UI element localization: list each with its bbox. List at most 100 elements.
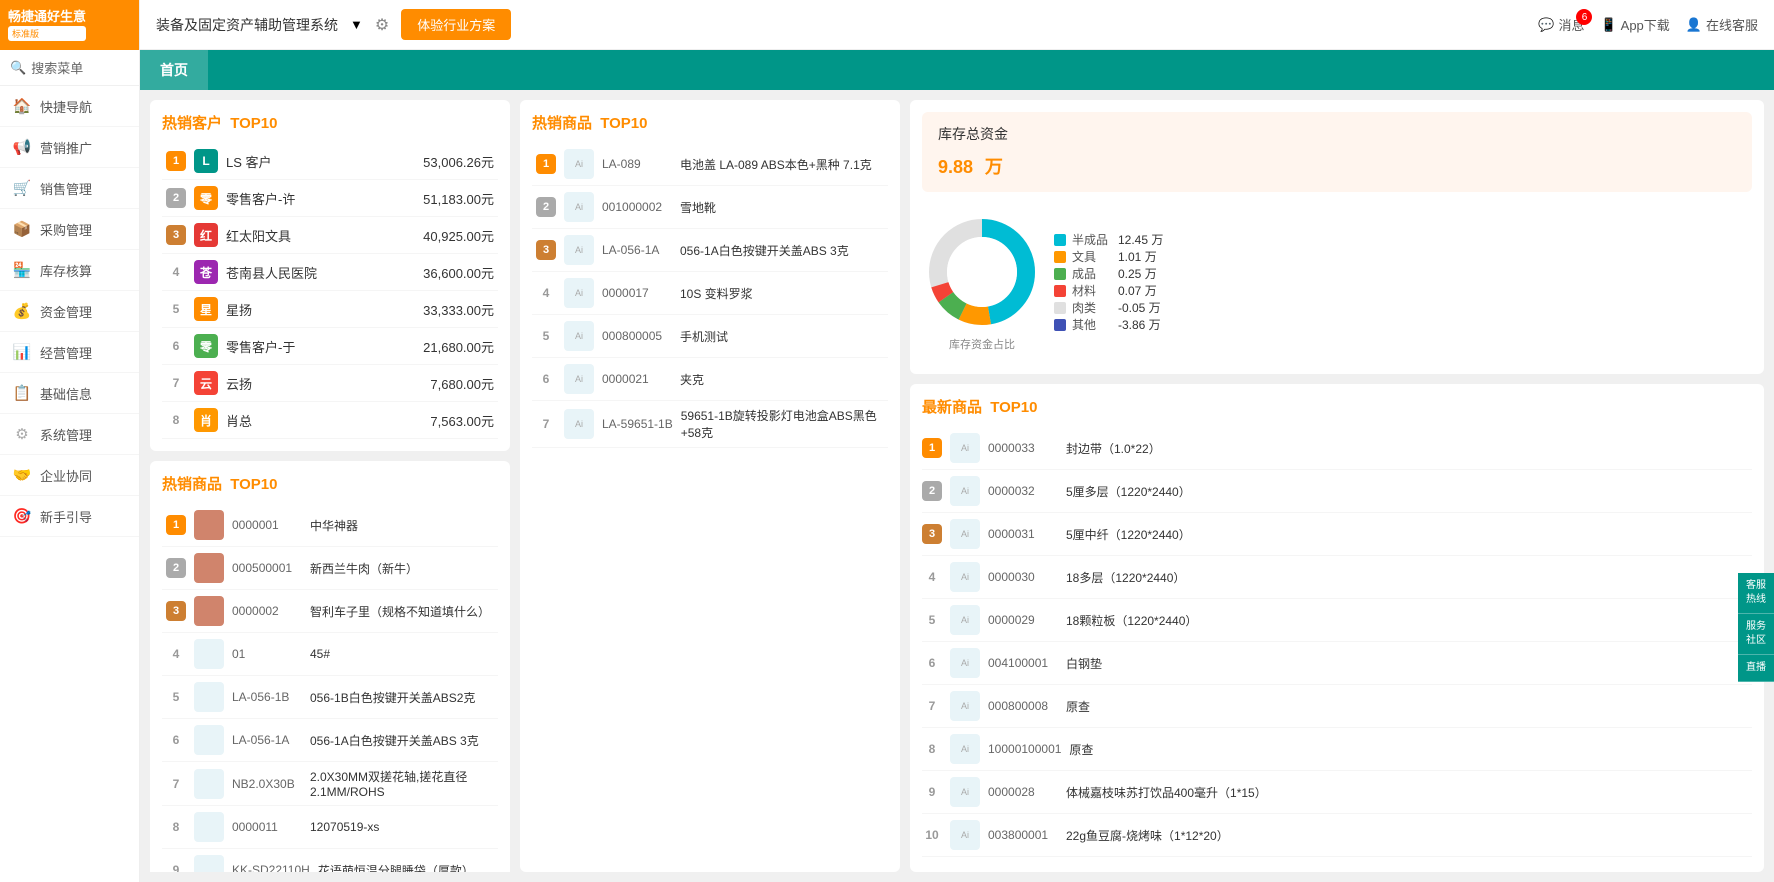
search-menu[interactable]: 🔍 搜索菜单 (0, 50, 139, 86)
newest-product-row[interactable]: 4 Ai 0000030 18多层（1220*2440） (922, 556, 1752, 599)
product-row[interactable]: 5 LA-056-1B 056-1B白色按键开关盖ABS2克 (162, 676, 498, 719)
newest-product-row[interactable]: 6 Ai 004100001 白钢垫 (922, 642, 1752, 685)
hot-customers-card: 热销客户 TOP10 1 L LS 客户 53,006.26元 2 零 零售客户… (150, 100, 510, 451)
sidebar-item-system[interactable]: ⚙ 系统管理 (0, 414, 139, 455)
customer-value: 33,333.00元 (423, 300, 494, 319)
newest-product-row[interactable]: 10 Ai 003800001 22g鱼豆腐-烧烤味（1*12*20） (922, 814, 1752, 857)
sidebar-item-guide[interactable]: 🎯 新手引导 (0, 496, 139, 537)
newest-product-row[interactable]: 7 Ai 000800008 原查 (922, 685, 1752, 728)
product-name: 雪地靴 (680, 199, 884, 216)
legend-dot (1054, 234, 1066, 246)
product-row[interactable]: 3 0000002 智利车子里（规格不知道填什么） (162, 590, 498, 633)
product-row[interactable]: 6 LA-056-1A 056-1A白色按键开关盖ABS 3克 (162, 719, 498, 762)
product-code: 0000017 (602, 286, 672, 300)
newest-product-row[interactable]: 2 Ai 0000032 5厘多层（1220*2440） (922, 470, 1752, 513)
customer-row[interactable]: 4 苍 苍南县人民医院 36,600.00元 (162, 254, 498, 291)
legend-value: 0.07 万 (1118, 282, 1157, 299)
sidebar-item-marketing[interactable]: 📢 营销推广 (0, 127, 139, 168)
product-row[interactable]: 8 0000011 12070519-xs (162, 806, 498, 849)
inventory-title: 库存总资金 (938, 124, 1736, 144)
sidebar-item-enterprise[interactable]: 🤝 企业协同 (0, 455, 139, 496)
customer-row[interactable]: 5 星 星扬 33,333.00元 (162, 291, 498, 328)
rank-number: 1 (922, 438, 942, 458)
sidebar-item-basic[interactable]: 📋 基础信息 (0, 373, 139, 414)
guide-icon: 🎯 (12, 506, 32, 526)
product-row[interactable]: 6 Ai 0000021 夹克 (532, 358, 888, 401)
rank-number: 6 (922, 653, 942, 673)
dropdown-arrow[interactable]: ▼ (350, 17, 363, 32)
legend-item: 半成品 12.45 万 (1054, 231, 1163, 248)
product-name: 18颗粒板（1220*2440） (1066, 612, 1752, 629)
gear-icon[interactable]: ⚙ (375, 15, 389, 35)
product-row[interactable]: 7 NB2.0X30B 2.0X30MM双搓花轴,搓花直径2.1MM/ROHS (162, 762, 498, 806)
sidebar-item-operation[interactable]: 📊 经营管理 (0, 332, 139, 373)
sidebar-item-inventory[interactable]: 🏪 库存核算 (0, 250, 139, 291)
customer-avatar: 零 (194, 334, 218, 358)
message-btn[interactable]: 💬 消息 6 (1538, 15, 1584, 34)
newest-product-row[interactable]: 9 Ai 0000028 体械嘉枝味苏打饮品400毫升（1*15） (922, 771, 1752, 814)
rank-number: 4 (166, 262, 186, 282)
rank-number: 3 (166, 225, 186, 245)
sidebar-item-nav[interactable]: 🏠 快捷导航 (0, 86, 139, 127)
product-row[interactable]: 5 Ai 000800005 手机测试 (532, 315, 888, 358)
customer-row[interactable]: 8 肖 肖总 7,563.00元 (162, 402, 498, 439)
product-code: LA-056-1B (232, 690, 302, 704)
newest-product-row[interactable]: 3 Ai 0000031 5厘中纤（1220*2440） (922, 513, 1752, 556)
inventory-card: 库存总资金 9.88 万 (910, 100, 1764, 374)
hot-products-main-card: 热销商品 TOP10 1 0000001 中华神器 2 000500001 新西… (150, 461, 510, 872)
customer-name: 零售客户-许 (226, 189, 415, 208)
rank-number: 4 (166, 644, 186, 664)
online-service-btn[interactable]: 👤 在线客服 (1686, 15, 1758, 34)
product-row[interactable]: 4 01 45# (162, 633, 498, 676)
right-panel: 库存总资金 9.88 万 (910, 100, 1764, 872)
customer-row[interactable]: 3 红 红太阳文具 40,925.00元 (162, 217, 498, 254)
product-row[interactable]: 2 Ai 001000002 雪地靴 (532, 186, 888, 229)
customer-value: 36,600.00元 (423, 263, 494, 282)
customer-row[interactable]: 7 云 云扬 7,680.00元 (162, 365, 498, 402)
product-row[interactable]: 3 Ai LA-056-1A 056-1A白色按键开关盖ABS 3克 (532, 229, 888, 272)
rank-number: 5 (166, 299, 186, 319)
app-download-label: App下载 (1621, 15, 1670, 34)
newest-products-card: 最新商品 TOP10 1 Ai 0000033 封边带（1.0*22） 2 Ai… (910, 384, 1764, 872)
newest-product-row[interactable]: 5 Ai 0000029 18颗粒板（1220*2440） (922, 599, 1752, 642)
topbar: 装备及固定资产辅助管理系统 ▼ ⚙ 体验行业方案 💬 消息 6 📱 App下载 … (140, 0, 1774, 50)
product-img (194, 812, 224, 842)
product-code: LA-056-1A (232, 733, 302, 747)
float-btn-service[interactable]: 客服热线 (1738, 573, 1774, 614)
rank-number: 2 (166, 188, 186, 208)
customer-avatar: 星 (194, 297, 218, 321)
customers-list: 1 L LS 客户 53,006.26元 2 零 零售客户-许 51,183.0… (162, 143, 498, 439)
mid-panel: 热销商品 TOP10 1 Ai LA-089 电池盖 LA-089 ABS本色+… (520, 100, 900, 872)
customer-row[interactable]: 1 L LS 客户 53,006.26元 (162, 143, 498, 180)
product-row[interactable]: 1 Ai LA-089 电池盖 LA-089 ABS本色+黑种 7.1克 (532, 143, 888, 186)
rank-number: 1 (166, 151, 186, 171)
sidebar-item-finance[interactable]: 💰 资金管理 (0, 291, 139, 332)
customer-avatar: 云 (194, 371, 218, 395)
product-row[interactable]: 4 Ai 0000017 10S 变料罗浆 (532, 272, 888, 315)
customer-row[interactable]: 2 零 零售客户-许 51,183.00元 (162, 180, 498, 217)
rank-number: 1 (166, 515, 186, 535)
newest-product-row[interactable]: 8 Ai 10000100001 原查 (922, 728, 1752, 771)
sidebar-item-purchase[interactable]: 📦 采购管理 (0, 209, 139, 250)
newest-product-row[interactable]: 1 Ai 0000033 封边带（1.0*22） (922, 427, 1752, 470)
newest-products-title: 最新商品 TOP10 (922, 396, 1752, 417)
tab-home[interactable]: 首页 (140, 50, 208, 90)
product-row[interactable]: 1 0000001 中华神器 (162, 504, 498, 547)
customer-name: 星扬 (226, 300, 415, 319)
product-name: 5厘中纤（1220*2440） (1066, 526, 1752, 543)
newest-products-list: 1 Ai 0000033 封边带（1.0*22） 2 Ai 0000032 5厘… (922, 427, 1752, 857)
float-btn-live[interactable]: 直播 (1738, 655, 1774, 682)
trial-button[interactable]: 体验行业方案 (401, 9, 511, 40)
product-row[interactable]: 9 KK-SD22110H 花语萌恒温分腿睡袋（厚款） (162, 849, 498, 872)
customer-row[interactable]: 6 零 零售客户-于 21,680.00元 (162, 328, 498, 365)
product-img (194, 682, 224, 712)
product-row[interactable]: 2 000500001 新西兰牛肉（新牛） (162, 547, 498, 590)
sidebar-item-sales[interactable]: 🛒 销售管理 (0, 168, 139, 209)
float-btn-community[interactable]: 服务社区 (1738, 614, 1774, 655)
rank-number: 1 (536, 154, 556, 174)
customer-value: 53,006.26元 (423, 152, 494, 171)
rank-number: 3 (166, 601, 186, 621)
app-download-btn[interactable]: 📱 App下载 (1600, 15, 1669, 34)
product-row[interactable]: 7 Ai LA-59651-1B 59651-1B旋转投影灯电池盒ABS黑色+5… (532, 401, 888, 448)
search-menu-label: 搜索菜单 (31, 58, 83, 77)
